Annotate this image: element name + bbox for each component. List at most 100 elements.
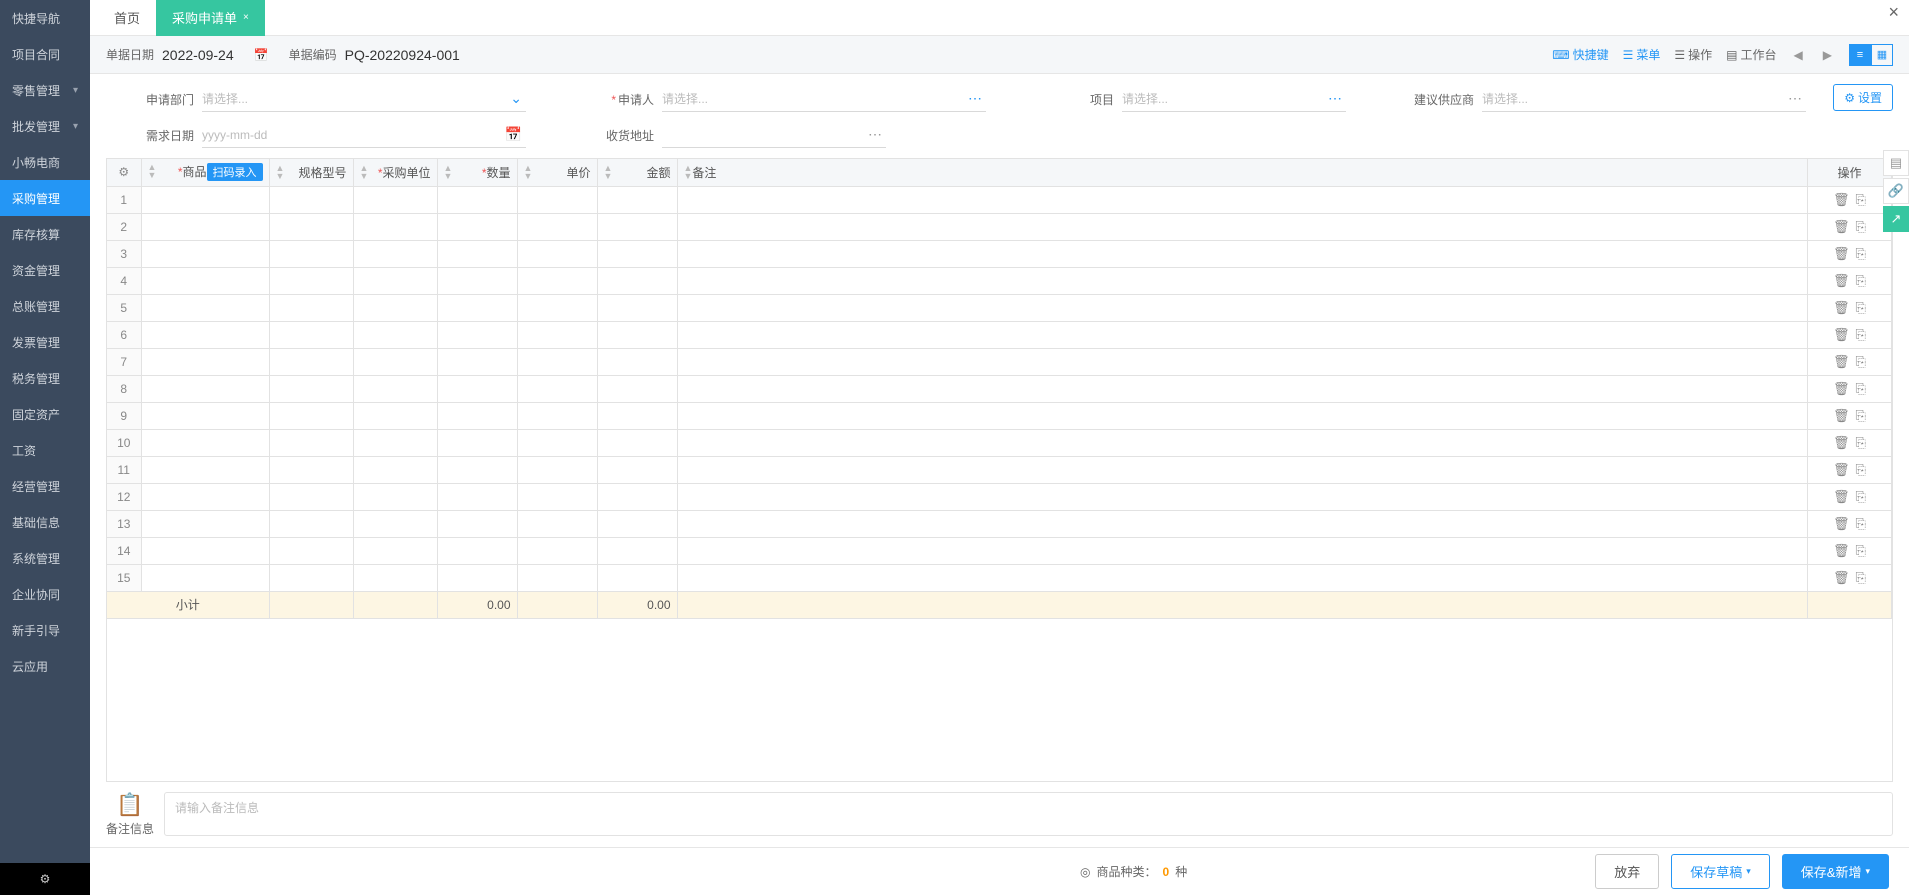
cell-remark[interactable] [677,186,1808,213]
cell-price[interactable] [517,321,597,348]
close-icon[interactable]: × [243,12,249,23]
table-row[interactable]: 2🗑⎘ [107,213,1892,240]
sidebar-item-14[interactable]: 基础信息 [0,504,90,540]
col-price[interactable]: ▲▼单价 [517,159,597,186]
cell-unit[interactable] [353,213,437,240]
calendar-icon[interactable]: 📅 [501,126,526,143]
cell-unit[interactable] [353,240,437,267]
cell-remark[interactable] [677,348,1808,375]
delete-row-icon[interactable]: 🗑 [1833,543,1850,558]
workbench-link[interactable]: ▤工作台 [1726,46,1776,63]
sidebar-item-11[interactable]: 固定资产 [0,396,90,432]
table-row[interactable]: 12🗑⎘ [107,483,1892,510]
cell-amount[interactable] [597,537,677,564]
cell-qty[interactable] [437,402,517,429]
delete-row-icon[interactable]: 🗑 [1833,192,1850,207]
cell-remark[interactable] [677,564,1808,591]
copy-row-icon[interactable]: ⎘ [1856,543,1866,558]
cell-amount[interactable] [597,294,677,321]
sidebar-item-6[interactable]: 库存核算 [0,216,90,252]
table-row[interactable]: 7🗑⎘ [107,348,1892,375]
cell-qty[interactable] [437,186,517,213]
delete-row-icon[interactable]: 🗑 [1833,570,1850,585]
next-doc-button[interactable]: ▶ [1820,48,1835,62]
save-and-new-button[interactable]: 保存&新增▾ [1782,854,1889,889]
cell-remark[interactable] [677,456,1808,483]
cell-product[interactable] [141,186,269,213]
delete-row-icon[interactable]: 🗑 [1833,381,1850,396]
sidebar-item-9[interactable]: 发票管理 [0,324,90,360]
cell-remark[interactable] [677,213,1808,240]
cell-qty[interactable] [437,321,517,348]
cell-unit[interactable] [353,186,437,213]
cell-remark[interactable] [677,402,1808,429]
tab-1[interactable]: 采购申请单× [156,0,265,36]
apply-dept-input[interactable] [202,92,506,106]
table-row[interactable]: 1🗑⎘ [107,186,1892,213]
copy-row-icon[interactable]: ⎘ [1856,462,1866,477]
cell-price[interactable] [517,510,597,537]
cell-spec[interactable] [269,294,353,321]
cell-amount[interactable] [597,429,677,456]
copy-row-icon[interactable]: ⎘ [1856,192,1866,207]
view-grid-button[interactable]: ▦ [1871,44,1893,66]
doc-date-value[interactable]: 2022-09-24 [162,47,234,63]
copy-row-icon[interactable]: ⎘ [1856,489,1866,504]
copy-row-icon[interactable]: ⎘ [1856,354,1866,369]
sidebar-item-10[interactable]: 税务管理 [0,360,90,396]
operate-link[interactable]: ☰操作 [1674,46,1712,63]
delete-row-icon[interactable]: 🗑 [1833,435,1850,450]
cell-product[interactable] [141,240,269,267]
cell-spec[interactable] [269,240,353,267]
delete-row-icon[interactable]: 🗑 [1833,300,1850,315]
cell-price[interactable] [517,240,597,267]
rail-button-2[interactable]: 🔗 [1883,178,1909,204]
copy-row-icon[interactable]: ⎘ [1856,273,1866,288]
close-all-tabs-icon[interactable]: × [1882,0,1905,25]
cell-qty[interactable] [437,348,517,375]
table-row[interactable]: 13🗑⎘ [107,510,1892,537]
cell-spec[interactable] [269,267,353,294]
cell-price[interactable] [517,294,597,321]
cell-price[interactable] [517,267,597,294]
cell-product[interactable] [141,429,269,456]
cell-unit[interactable] [353,267,437,294]
sidebar-item-1[interactable]: 项目合同 [0,36,90,72]
cell-unit[interactable] [353,510,437,537]
cell-price[interactable] [517,375,597,402]
cell-price[interactable] [517,186,597,213]
delete-row-icon[interactable]: 🗑 [1833,219,1850,234]
col-spec[interactable]: ▲▼规格型号 [269,159,353,186]
table-row[interactable]: 6🗑⎘ [107,321,1892,348]
cell-amount[interactable] [597,564,677,591]
cell-remark[interactable] [677,294,1808,321]
sidebar-item-12[interactable]: 工资 [0,432,90,468]
cell-unit[interactable] [353,321,437,348]
copy-row-icon[interactable]: ⎘ [1856,246,1866,261]
table-row[interactable]: 11🗑⎘ [107,456,1892,483]
cell-spec[interactable] [269,375,353,402]
col-unit[interactable]: ▲▼*采购单位 [353,159,437,186]
cell-qty[interactable] [437,294,517,321]
sidebar-item-8[interactable]: 总账管理 [0,288,90,324]
copy-row-icon[interactable]: ⎘ [1856,381,1866,396]
cell-amount[interactable] [597,186,677,213]
cell-spec[interactable] [269,213,353,240]
table-row[interactable]: 4🗑⎘ [107,267,1892,294]
delete-row-icon[interactable]: 🗑 [1833,354,1850,369]
cell-product[interactable] [141,375,269,402]
delete-row-icon[interactable]: 🗑 [1833,462,1850,477]
copy-row-icon[interactable]: ⎘ [1856,435,1866,450]
cell-price[interactable] [517,537,597,564]
rail-button-3[interactable]: ↗ [1883,206,1909,232]
settings-button[interactable]: ⚙设置 [1833,84,1893,111]
chevron-down-icon[interactable]: ⌄ [506,90,526,107]
rail-button-1[interactable]: ▤ [1883,150,1909,176]
delete-row-icon[interactable]: 🗑 [1833,489,1850,504]
cell-product[interactable] [141,510,269,537]
cell-remark[interactable] [677,537,1808,564]
tab-0[interactable]: 首页 [98,0,156,36]
cell-product[interactable] [141,564,269,591]
sidebar-item-5[interactable]: 采购管理 [0,180,90,216]
sidebar-item-0[interactable]: 快捷导航 [0,0,90,36]
